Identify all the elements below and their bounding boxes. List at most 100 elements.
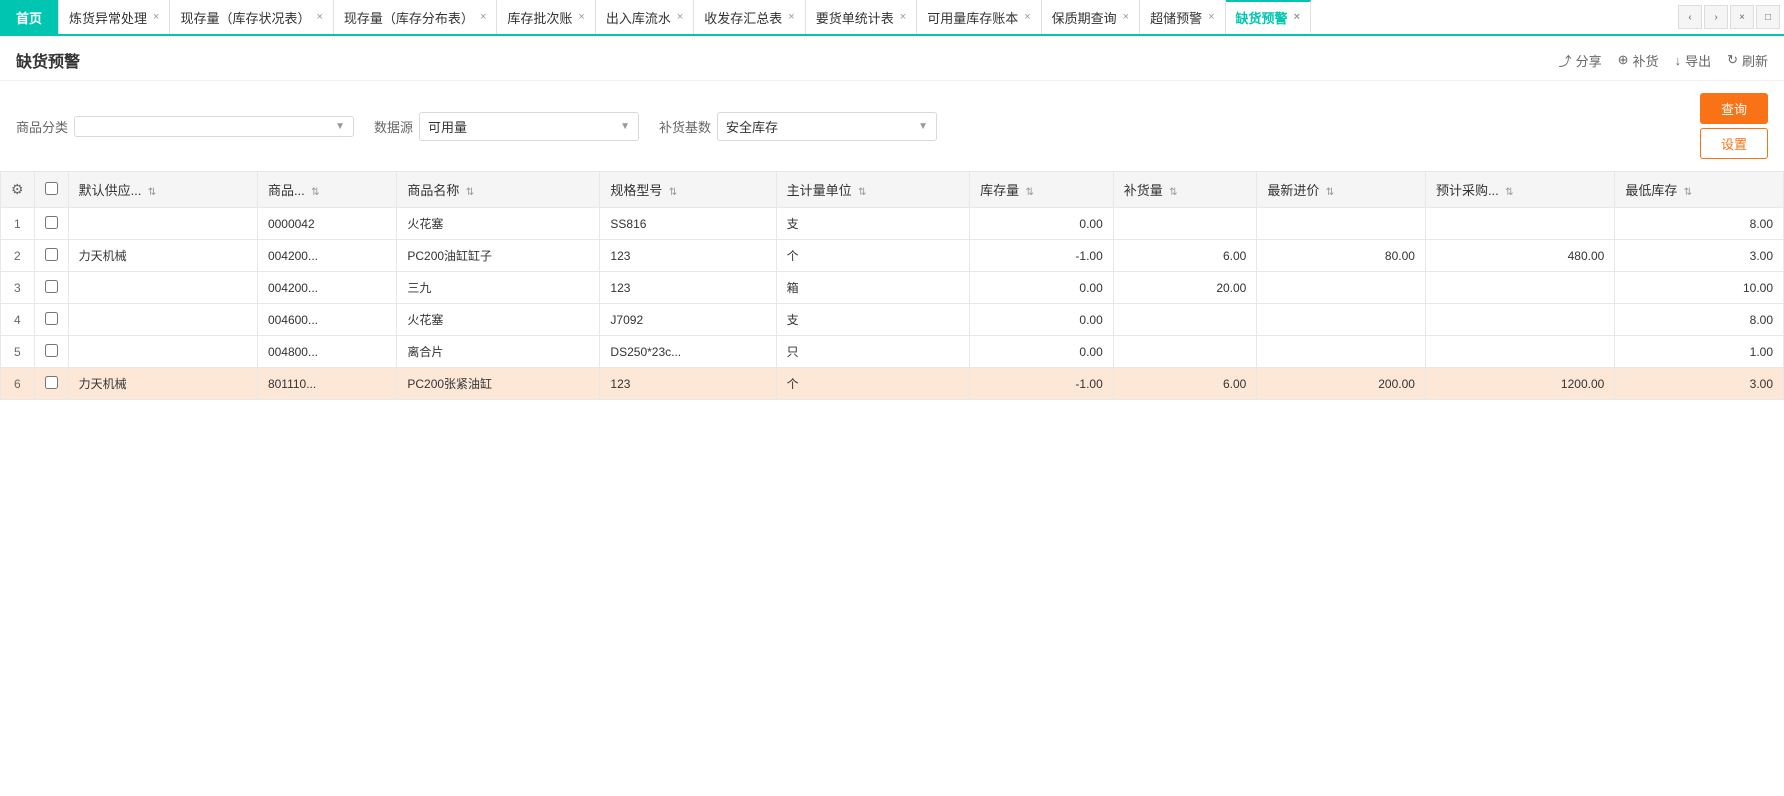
top-nav: 首页 炼货异常处理 × 现存量（库存状况表） × 现存量（库存分布表） × 库存… [0,0,1784,36]
category-select[interactable]: ▼ [74,116,354,137]
product-code-cell: 004800... [257,336,396,368]
query-button[interactable]: 查询 [1700,93,1768,124]
tab-4[interactable]: 库存批次账 × [497,0,595,34]
col-unit-label: 主计量单位 [787,183,852,198]
nav-prev-button[interactable]: ‹ [1678,5,1702,29]
close-icon[interactable]: × [480,11,486,23]
settings-button[interactable]: 设置 [1700,128,1768,159]
product-name-cell: 火花塞 [397,304,600,336]
tab-6[interactable]: 收发存汇总表 × [694,0,805,34]
page-title: 缺货预警 [16,48,80,72]
col-min-stock[interactable]: 最低库存 ⇅ [1615,172,1784,208]
close-icon[interactable]: × [578,11,584,23]
nav-expand-button[interactable]: □ [1756,5,1780,29]
supplier-cell: 力天机械 [68,240,257,272]
close-icon[interactable]: × [153,11,159,23]
product-code-cell: 004200... [257,240,396,272]
col-checkbox [34,172,68,208]
tab-1-label: 炼货异常处理 [69,8,147,27]
stock-cell: 0.00 [970,336,1114,368]
tab-9[interactable]: 保质期查询 × [1042,0,1140,34]
row-checkbox[interactable] [45,216,58,229]
col-est-purchase[interactable]: 预计采购... ⇅ [1425,172,1614,208]
tab-2[interactable]: 现存量（库存状况表） × [170,0,333,34]
est-purchase-cell [1425,304,1614,336]
spec-cell: SS816 [600,208,776,240]
row-checkbox[interactable] [45,344,58,357]
data-table: ⚙ 默认供应... ⇅ 商品... ⇅ 商品名称 ⇅ [0,171,1784,400]
export-button[interactable]: ↓ 导出 [1675,51,1712,70]
replenish-label: 补货 [1633,51,1659,70]
est-purchase-cell: 480.00 [1425,240,1614,272]
tab-11[interactable]: 缺货预警 × [1226,0,1311,34]
col-supplier[interactable]: 默认供应... ⇅ [68,172,257,208]
tab-3[interactable]: 现存量（库存分布表） × [334,0,497,34]
share-button[interactable]: ⤴ 分享 [1559,51,1602,70]
nav-close-button[interactable]: × [1730,5,1754,29]
tab-10[interactable]: 超储预警 × [1140,0,1225,34]
est-purchase-cell [1425,208,1614,240]
tab-home[interactable]: 首页 [0,0,59,34]
min-stock-cell: 1.00 [1615,336,1784,368]
stock-cell: 0.00 [970,272,1114,304]
sort-icon: ⇅ [1684,187,1692,198]
close-icon[interactable]: × [1208,11,1214,23]
datasource-select[interactable]: 可用量 ▼ [419,112,639,141]
product-code-cell: 801110... [257,368,396,400]
supplier-cell [68,304,257,336]
col-product-name[interactable]: 商品名称 ⇅ [397,172,600,208]
latest-price-cell: 80.00 [1257,240,1426,272]
tab-8[interactable]: 可用量库存账本 × [917,0,1041,34]
export-icon: ↓ [1675,53,1682,68]
close-icon[interactable]: × [1024,11,1030,23]
close-icon[interactable]: × [900,11,906,23]
close-icon[interactable]: × [1294,11,1300,23]
row-checkbox-cell [34,368,68,400]
header-actions: ⤴ 分享 ⊕ 补货 ↓ 导出 ↻ 刷新 [1559,51,1768,70]
share-label: 分享 [1576,51,1602,70]
product-name-cell: 火花塞 [397,208,600,240]
col-product-code[interactable]: 商品... ⇅ [257,172,396,208]
page-header: 缺货预警 ⤴ 分享 ⊕ 补货 ↓ 导出 ↻ 刷新 [0,36,1784,81]
col-latest-price[interactable]: 最新进价 ⇅ [1257,172,1426,208]
row-checkbox[interactable] [45,312,58,325]
nav-next-button[interactable]: › [1704,5,1728,29]
stock-cell: 0.00 [970,304,1114,336]
est-purchase-cell: 1200.00 [1425,368,1614,400]
close-icon[interactable]: × [788,11,794,23]
col-est-purchase-label: 预计采购... [1436,183,1499,198]
latest-price-cell [1257,272,1426,304]
category-filter: 商品分类 ▼ [16,116,354,137]
refresh-label: 刷新 [1742,51,1768,70]
table-row: 6 力天机械 801110... PC200张紧油缸 123 个 -1.00 6… [1,368,1784,400]
close-icon[interactable]: × [677,11,683,23]
filter-area: 商品分类 ▼ 数据源 可用量 ▼ 补货基数 安全库存 ▼ 查询 设置 [0,81,1784,171]
col-spec[interactable]: 规格型号 ⇅ [600,172,776,208]
col-unit[interactable]: 主计量单位 ⇅ [776,172,970,208]
tab-1[interactable]: 炼货异常处理 × [59,0,170,34]
gear-icon[interactable]: ⚙ [11,181,24,197]
col-spec-label: 规格型号 [610,183,662,198]
filter-action-buttons: 查询 设置 [1700,93,1768,159]
sort-icon: ⇅ [669,187,677,198]
select-all-checkbox[interactable] [45,182,58,195]
row-checkbox[interactable] [45,376,58,389]
col-replenish[interactable]: 补货量 ⇅ [1113,172,1257,208]
tab-7[interactable]: 要货单统计表 × [806,0,917,34]
close-icon[interactable]: × [1123,11,1129,23]
min-stock-cell: 8.00 [1615,304,1784,336]
col-product-name-label: 商品名称 [407,183,459,198]
replenish-base-select[interactable]: 安全库存 ▼ [717,112,937,141]
unit-cell: 支 [776,304,970,336]
col-stock[interactable]: 库存量 ⇅ [970,172,1114,208]
sort-icon: ⇅ [311,187,319,198]
spec-cell: J7092 [600,304,776,336]
tab-5[interactable]: 出入库流水 × [596,0,694,34]
row-checkbox[interactable] [45,280,58,293]
close-icon[interactable]: × [316,11,322,23]
row-checkbox[interactable] [45,248,58,261]
min-stock-cell: 10.00 [1615,272,1784,304]
refresh-button[interactable]: ↻ 刷新 [1727,51,1768,70]
nav-controls: ‹ › × □ [1678,5,1784,29]
replenish-button[interactable]: ⊕ 补货 [1618,51,1659,70]
